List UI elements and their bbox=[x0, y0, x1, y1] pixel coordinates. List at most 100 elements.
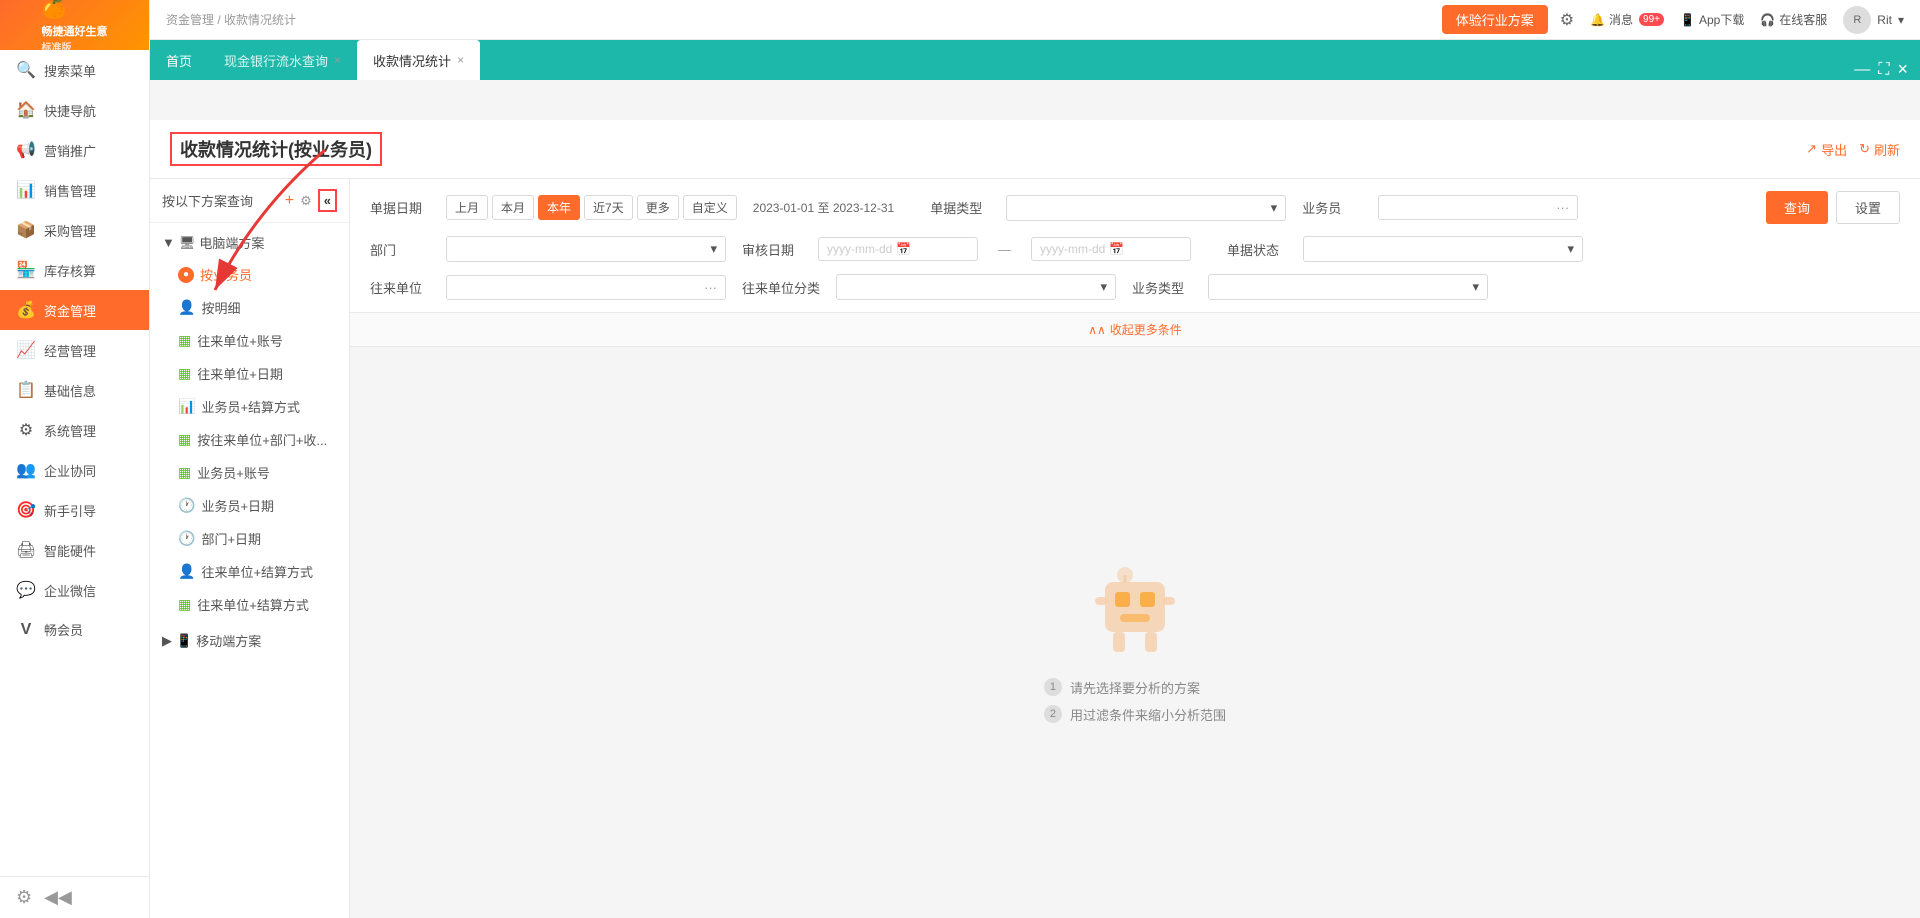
sidebar-item-label: 企业微信 bbox=[44, 581, 96, 600]
user-area[interactable]: R Rit ▾ bbox=[1843, 6, 1904, 34]
sidebar-item-hardware[interactable]: 🖨 智能硬件 bbox=[0, 530, 149, 570]
scheme-item-salesperson[interactable]: ● 按业务员 bbox=[150, 258, 349, 291]
tab-bank[interactable]: 现金银行流水查询 × bbox=[208, 40, 357, 80]
online-service-btn[interactable]: 🎧 在线客服 bbox=[1760, 11, 1827, 28]
scheme-item-partner-dept[interactable]: ▦ 按往来单位+部门+收... bbox=[150, 423, 349, 456]
sidebar-item-member[interactable]: V 畅会员 bbox=[0, 610, 149, 649]
more-icon[interactable]: ··· bbox=[1556, 200, 1569, 215]
tab-close-all-btn[interactable]: × bbox=[1897, 59, 1908, 80]
settings-btn[interactable]: 设置 bbox=[1836, 191, 1900, 224]
collab-icon: 👥 bbox=[16, 460, 36, 480]
audit-date-end[interactable]: yyyy-mm-dd 📅 bbox=[1031, 237, 1191, 261]
tab-receipt[interactable]: 收款情况统计 × bbox=[357, 40, 480, 80]
scheme-item-partner-settle1[interactable]: 👤 往来单位+结算方式 bbox=[150, 555, 349, 588]
collapse-bar[interactable]: ∧∧ 收起更多条件 bbox=[350, 313, 1920, 347]
add-scheme-btn[interactable]: + bbox=[285, 192, 294, 210]
date-btn-last-month[interactable]: 上月 bbox=[446, 195, 488, 220]
tab-bank-close[interactable]: × bbox=[334, 53, 341, 67]
partner-select[interactable]: ··· bbox=[446, 275, 726, 300]
export-icon: ↗ bbox=[1806, 141, 1817, 157]
inventory-icon: 🏪 bbox=[16, 260, 36, 280]
scheme-item-partner-settle2[interactable]: ▦ 往来单位+结算方式 bbox=[150, 588, 349, 621]
pc-schemes-title[interactable]: ▼ 🖥 电脑端方案 bbox=[150, 227, 349, 258]
scheme-item-sales-account[interactable]: ▦ 业务员+账号 bbox=[150, 456, 349, 489]
clock-icon2: 🕐 bbox=[178, 530, 195, 547]
scheme-item-dept-date[interactable]: 🕐 部门+日期 bbox=[150, 522, 349, 555]
tab-maximize-btn[interactable]: ⛶ bbox=[1878, 61, 1889, 79]
refresh-btn[interactable]: ↻ 刷新 bbox=[1859, 140, 1900, 159]
partner-category-select[interactable]: ▾ bbox=[836, 274, 1116, 300]
sidebar-item-search[interactable]: 🔍 搜索菜单 bbox=[0, 50, 149, 90]
sidebar-item-system[interactable]: ⚙ 系统管理 bbox=[0, 410, 149, 450]
biz-type-select[interactable]: ▾ bbox=[1208, 274, 1488, 300]
refresh-label: 刷新 bbox=[1874, 140, 1900, 159]
scheme-item-sales-settle[interactable]: 📊 业务员+结算方式 bbox=[150, 390, 349, 423]
scheme-item-label: 往来单位+账号 bbox=[197, 331, 283, 350]
tab-minimize-btn[interactable]: — bbox=[1854, 61, 1870, 79]
scheme-item-partner-account[interactable]: ▦ 往来单位+账号 bbox=[150, 324, 349, 357]
scheme-item-sales-date[interactable]: 🕐 业务员+日期 bbox=[150, 489, 349, 522]
partner-more-icon[interactable]: ··· bbox=[704, 280, 717, 295]
scheme-settings-btn[interactable]: ⚙ bbox=[300, 193, 312, 209]
sidebar-item-collab[interactable]: 👥 企业协同 bbox=[0, 450, 149, 490]
export-btn[interactable]: ↗ 导出 bbox=[1806, 140, 1847, 159]
sidebar-item-sales[interactable]: 📊 销售管理 bbox=[0, 170, 149, 210]
sidebar-item-guide[interactable]: 🎯 新手引导 bbox=[0, 490, 149, 530]
trial-button[interactable]: 体验行业方案 bbox=[1442, 5, 1548, 34]
filter-row-3: 往来单位 ··· 往来单位分类 ▾ 业务类型 bbox=[370, 274, 1900, 300]
home-icon: 🏠 bbox=[16, 100, 36, 120]
tab-home[interactable]: 首页 bbox=[150, 40, 208, 80]
gear-button[interactable]: ⚙ bbox=[1560, 10, 1574, 30]
date-btn-custom[interactable]: 自定义 bbox=[683, 195, 737, 220]
audit-date-start[interactable]: yyyy-mm-dd 📅 bbox=[818, 237, 978, 261]
tab-bar-right: — ⛶ × bbox=[1854, 59, 1920, 80]
table-icon1: ▦ bbox=[178, 332, 191, 349]
sidebar-item-operation[interactable]: 📈 经营管理 bbox=[0, 330, 149, 370]
people-icon2: 👤 bbox=[178, 563, 195, 580]
app-download-btn[interactable]: 📱 App下载 bbox=[1680, 11, 1744, 28]
mobile-schemes-group[interactable]: ▶ 📱 移动端方案 bbox=[150, 625, 349, 656]
dept-select[interactable]: ▾ bbox=[446, 236, 726, 262]
tip-num-1: 1 bbox=[1044, 678, 1062, 696]
filter-area: 单据日期 上月 本月 本年 近7天 更多 自定义 2023-01-01 至 20… bbox=[350, 179, 1920, 313]
right-content: 单据日期 上月 本月 本年 近7天 更多 自定义 2023-01-01 至 20… bbox=[350, 179, 1920, 918]
calendar-icon1: 📅 bbox=[896, 242, 911, 256]
collapse-panel-btn[interactable]: « bbox=[318, 189, 337, 212]
sidebar-item-inventory[interactable]: 🏪 库存核算 bbox=[0, 250, 149, 290]
date-btn-7days[interactable]: 近7天 bbox=[584, 195, 633, 220]
date-btn-more[interactable]: 更多 bbox=[637, 195, 679, 220]
marketing-icon: 📢 bbox=[16, 140, 36, 160]
sidebar-item-quicknav[interactable]: 🏠 快捷导航 bbox=[0, 90, 149, 130]
left-panel: 按以下方案查询 + ⚙ « ▼ 🖥 电脑端方案 ● bbox=[150, 179, 350, 918]
scheme-item-partner-date[interactable]: ▦ 往来单位+日期 bbox=[150, 357, 349, 390]
system-icon: ⚙ bbox=[16, 420, 36, 440]
date-label: 单据日期 bbox=[370, 198, 430, 217]
collapse-sidebar-btn[interactable]: ◀◀ bbox=[44, 887, 72, 908]
doc-status-chevron-icon: ▾ bbox=[1567, 241, 1574, 257]
sidebar-item-wechat[interactable]: 💬 企业微信 bbox=[0, 570, 149, 610]
sidebar-item-marketing[interactable]: 📢 营销推广 bbox=[0, 130, 149, 170]
member-icon: V bbox=[16, 621, 36, 639]
sidebar-item-basic[interactable]: 📋 基础信息 bbox=[0, 370, 149, 410]
main-area: 资金管理 / 收款情况统计 体验行业方案 ⚙ 🔔 消息 99+ 📱 App下载 … bbox=[150, 0, 1920, 918]
sidebar-item-finance[interactable]: 💰 资金管理 bbox=[0, 290, 149, 330]
doc-status-select[interactable]: ▾ bbox=[1303, 236, 1583, 262]
calendar-icon2: 📅 bbox=[1109, 242, 1124, 256]
date-btn-this-month[interactable]: 本月 bbox=[492, 195, 534, 220]
scheme-item-detail[interactable]: 👤 按明细 bbox=[150, 291, 349, 324]
sidebar-item-purchase[interactable]: 📦 采购管理 bbox=[0, 210, 149, 250]
scheme-item-label: 往来单位+结算方式 bbox=[201, 562, 313, 581]
tab-receipt-close[interactable]: × bbox=[457, 53, 464, 67]
tip-text-2: 用过滤条件来缩小分析范围 bbox=[1070, 705, 1226, 724]
salesperson-select[interactable]: ··· bbox=[1378, 195, 1578, 220]
query-btn[interactable]: 查询 bbox=[1766, 191, 1828, 224]
sidebar-item-label: 系统管理 bbox=[44, 421, 96, 440]
doc-type-select[interactable]: ▾ bbox=[1006, 195, 1286, 221]
date-range-display: 2023-01-01 至 2023-12-31 bbox=[753, 199, 894, 216]
online-service-label: 在线客服 bbox=[1779, 11, 1827, 28]
messages-btn[interactable]: 🔔 消息 99+ bbox=[1590, 11, 1664, 28]
settings-footer-icon[interactable]: ⚙ bbox=[16, 887, 32, 908]
purchase-icon: 📦 bbox=[16, 220, 36, 240]
operation-icon: 📈 bbox=[16, 340, 36, 360]
date-btn-this-year[interactable]: 本年 bbox=[538, 195, 580, 220]
